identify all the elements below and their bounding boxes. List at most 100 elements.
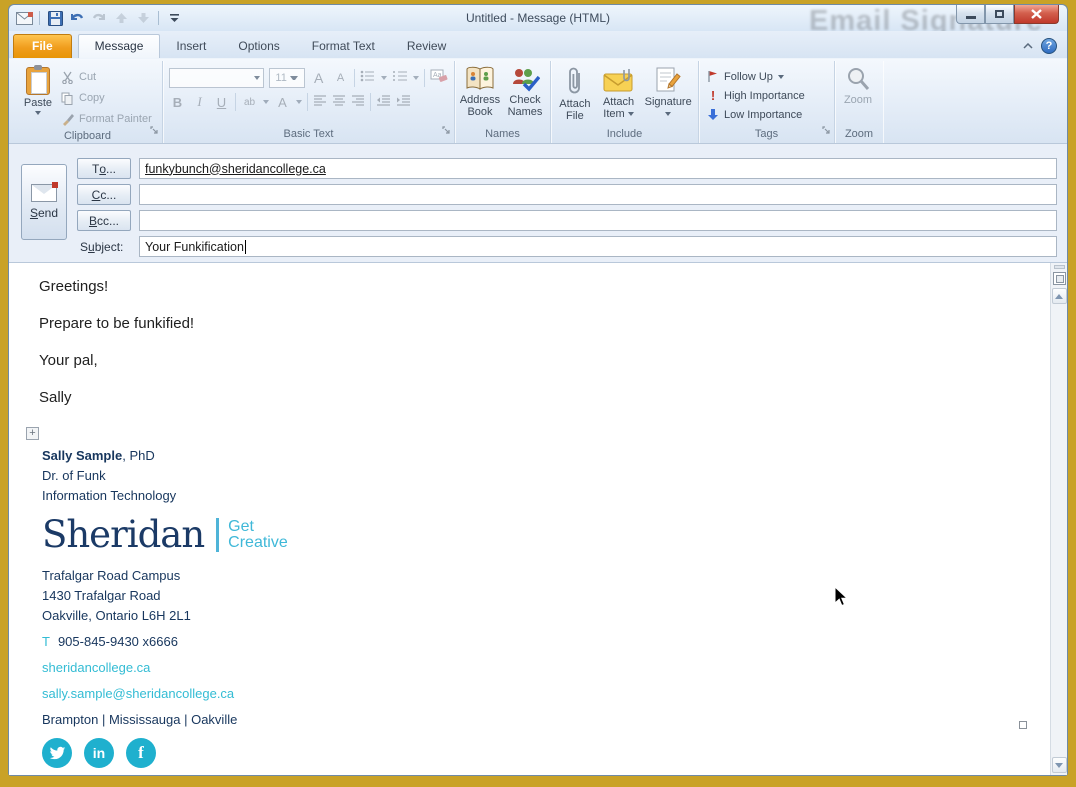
to-field[interactable]: funkybunch@sheridancollege.ca	[139, 158, 1057, 179]
previous-item-button[interactable]	[112, 9, 130, 27]
facebook-icon[interactable]: f	[126, 738, 156, 768]
save-button[interactable]	[46, 9, 64, 27]
message-header: Send To... funkybunch@sheridancollege.ca…	[9, 144, 1067, 262]
to-button[interactable]: To...	[77, 158, 131, 179]
bullets-button[interactable]	[360, 69, 376, 87]
minimize-ribbon-icon[interactable]	[1023, 41, 1033, 52]
signature-button[interactable]: Signature	[640, 63, 696, 120]
table-resize-handle[interactable]	[1019, 721, 1027, 729]
website-link[interactable]: sheridancollege.ca	[42, 660, 150, 675]
minimize-button[interactable]	[956, 5, 985, 24]
attach-file-button[interactable]: Attach File	[553, 63, 597, 122]
tab-file[interactable]: File	[13, 34, 72, 58]
email-link[interactable]: sally.sample@sheridancollege.ca	[42, 686, 234, 701]
bcc-button[interactable]: Bcc...	[77, 210, 131, 231]
group-include: Attach File Attach Item Signature Include	[551, 61, 699, 143]
highlight-dropdown-icon[interactable]	[263, 100, 269, 104]
follow-up-dropdown-icon[interactable]	[777, 74, 784, 79]
signature-icon	[656, 67, 681, 92]
paintbrush-icon	[63, 113, 74, 126]
tab-message[interactable]: Message	[77, 34, 161, 58]
font-size-combobox[interactable]: 11	[269, 68, 306, 88]
group-zoom: Zoom Zoom	[835, 61, 883, 143]
signature-job-title: Dr. of Funk	[42, 468, 106, 483]
select-browse-object-icon[interactable]	[1052, 272, 1066, 285]
cc-button[interactable]: Cc...	[77, 184, 131, 205]
bullets-dropdown-icon[interactable]	[381, 76, 388, 80]
underline-button[interactable]: U	[213, 95, 230, 110]
font-name-combobox[interactable]	[169, 68, 265, 88]
group-basic-text: 11 A A Aa B I U ab A Basic Text	[163, 61, 455, 143]
customize-qat-button[interactable]	[165, 9, 183, 27]
separator	[235, 93, 236, 111]
copy-button[interactable]: Copy	[61, 89, 152, 107]
scroll-down-button[interactable]	[1051, 757, 1067, 773]
signature-dropdown-icon[interactable]	[665, 112, 672, 117]
twitter-icon[interactable]	[42, 738, 72, 768]
maximize-button[interactable]	[985, 5, 1014, 24]
cc-field[interactable]	[139, 184, 1057, 205]
phone-prefix: T	[42, 634, 50, 649]
italic-button[interactable]: I	[191, 94, 208, 110]
linkedin-icon[interactable]: in	[84, 738, 114, 768]
numbering-button[interactable]	[392, 69, 408, 87]
font-color-dropdown-icon[interactable]	[296, 100, 302, 104]
split-handle[interactable]	[1053, 265, 1065, 269]
clipboard-dialog-launcher-icon[interactable]	[150, 122, 159, 140]
high-importance-button[interactable]: ! High Importance	[707, 88, 805, 103]
bold-button[interactable]: B	[169, 95, 186, 110]
vertical-scrollbar[interactable]	[1050, 263, 1067, 775]
flag-icon	[708, 71, 717, 82]
send-button[interactable]: Send	[21, 164, 67, 240]
address-book-button[interactable]: Address Book	[457, 63, 503, 118]
align-left-button[interactable]	[313, 93, 327, 111]
cut-button[interactable]: Cut	[61, 68, 152, 86]
undo-button[interactable]	[68, 9, 86, 27]
tags-dialog-launcher-icon[interactable]	[822, 122, 831, 140]
titlebar[interactable]: Email Signature Untitled - Message (HTML…	[9, 5, 1067, 37]
format-painter-button[interactable]: Format Painter	[61, 110, 152, 128]
grow-font-button[interactable]: A	[310, 70, 327, 86]
paste-button[interactable]: Paste	[15, 63, 61, 115]
basic-text-dialog-launcher-icon[interactable]	[442, 122, 451, 140]
message-body-editor[interactable]: Greetings! Prepare to be funkified! Your…	[9, 262, 1067, 775]
decrease-indent-button[interactable]	[376, 93, 391, 111]
tabstrip-right: ?	[1023, 38, 1057, 54]
exclamation-icon: !	[710, 88, 716, 103]
subject-field[interactable]: Your Funkification	[139, 236, 1057, 257]
help-button[interactable]: ?	[1041, 38, 1057, 54]
separator	[307, 93, 308, 111]
tab-insert[interactable]: Insert	[160, 35, 222, 58]
signature-phone: 905-845-9430 x6666	[57, 634, 178, 649]
tab-format-text[interactable]: Format Text	[296, 35, 391, 58]
tab-options[interactable]: Options	[222, 35, 295, 58]
tab-review[interactable]: Review	[391, 35, 462, 58]
font-color-button[interactable]: A	[274, 95, 291, 110]
clear-formatting-button[interactable]: Aa	[430, 69, 448, 88]
low-importance-button[interactable]: Low Importance	[707, 107, 805, 122]
align-center-button[interactable]	[332, 93, 346, 111]
increase-indent-button[interactable]	[396, 93, 411, 111]
close-button[interactable]	[1014, 5, 1059, 24]
numbering-dropdown-icon[interactable]	[413, 76, 420, 80]
next-item-button[interactable]	[134, 9, 152, 27]
redo-button[interactable]	[90, 9, 108, 27]
address-book-icon	[466, 66, 494, 90]
follow-up-button[interactable]: Follow Up	[707, 69, 805, 84]
ribbon-empty-space	[883, 61, 1067, 143]
check-names-button[interactable]: Check Names	[503, 63, 547, 118]
bcc-field[interactable]	[139, 210, 1057, 231]
signature-campus: Trafalgar Road Campus	[42, 568, 181, 583]
table-move-handle-icon[interactable]: +	[26, 427, 39, 440]
align-right-button[interactable]	[351, 93, 365, 111]
paste-dropdown-icon[interactable]	[35, 111, 41, 115]
separator	[424, 69, 426, 87]
scroll-up-button[interactable]	[1051, 288, 1067, 304]
text-caret	[244, 239, 246, 254]
to-recipient[interactable]: funkybunch@sheridancollege.ca	[145, 162, 326, 176]
zoom-button[interactable]: Zoom	[837, 63, 879, 106]
shrink-font-button[interactable]: A	[332, 72, 349, 84]
attach-item-button[interactable]: Attach Item	[597, 63, 641, 120]
attach-item-dropdown-icon[interactable]	[627, 112, 634, 117]
highlight-button[interactable]: ab	[241, 97, 258, 108]
